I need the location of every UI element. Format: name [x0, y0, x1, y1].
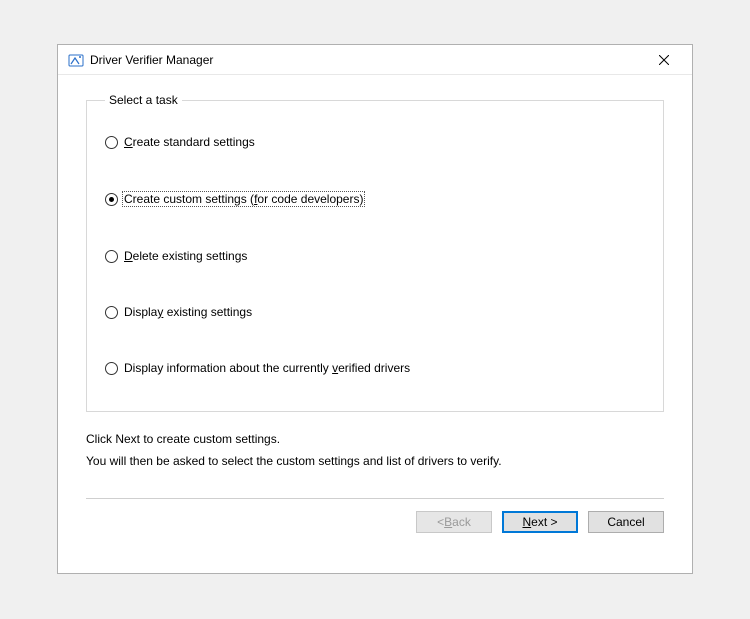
info-text: Click Next to create custom settings. Yo…: [86, 428, 664, 472]
app-icon: [68, 52, 84, 68]
dialog-window: Driver Verifier Manager Select a task Cr…: [57, 44, 693, 574]
radio-button-icon: [105, 362, 118, 375]
radio-label: Delete existing settings: [124, 249, 247, 263]
next-button[interactable]: Next >: [502, 511, 578, 533]
close-icon: [659, 55, 669, 65]
titlebar: Driver Verifier Manager: [58, 45, 692, 75]
radio-label: Create custom settings (for code develop…: [122, 191, 365, 207]
radio-create-custom[interactable]: Create custom settings (for code develop…: [105, 191, 645, 207]
radio-label: Display information about the currently …: [124, 361, 410, 375]
group-legend: Select a task: [105, 93, 182, 107]
separator: [86, 498, 664, 499]
radio-display-existing[interactable]: Display existing settings: [105, 305, 645, 319]
radio-create-standard[interactable]: Create standard settings: [105, 135, 645, 149]
radio-button-icon: [105, 193, 118, 206]
info-line-2: You will then be asked to select the cus…: [86, 450, 664, 472]
radio-button-icon: [105, 250, 118, 263]
window-title: Driver Verifier Manager: [90, 53, 644, 67]
radio-delete-existing[interactable]: Delete existing settings: [105, 249, 645, 263]
button-row: < Back Next > Cancel: [86, 511, 664, 537]
dialog-content: Select a task Create standard settings Cr…: [58, 75, 692, 573]
back-button: < Back: [416, 511, 492, 533]
radio-label: Display existing settings: [124, 305, 252, 319]
task-group: Select a task Create standard settings Cr…: [86, 93, 664, 412]
radio-display-verified[interactable]: Display information about the currently …: [105, 361, 645, 375]
radio-button-icon: [105, 136, 118, 149]
radio-label: Create standard settings: [124, 135, 255, 149]
info-line-1: Click Next to create custom settings.: [86, 428, 664, 450]
close-button[interactable]: [644, 46, 684, 74]
cancel-button[interactable]: Cancel: [588, 511, 664, 533]
radio-button-icon: [105, 306, 118, 319]
